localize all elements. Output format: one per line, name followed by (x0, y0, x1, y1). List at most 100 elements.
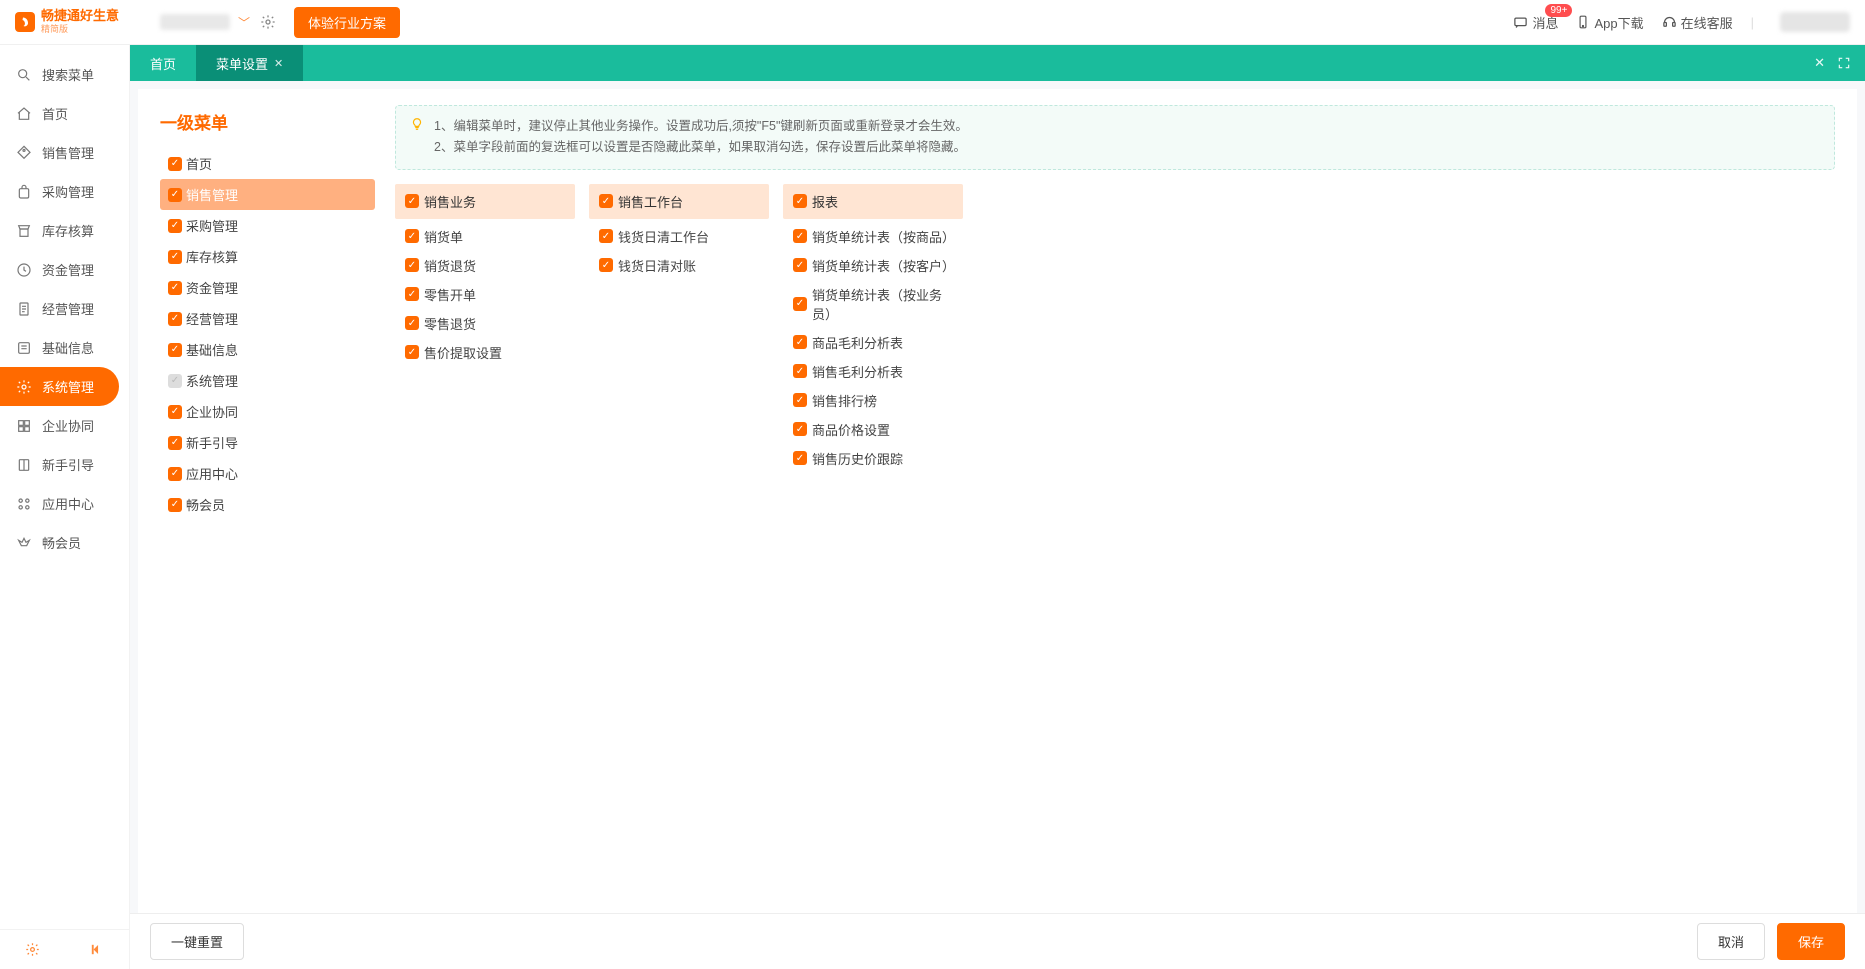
menu-block-0: 销售业务销货单销货退货零售开单零售退货售价提取设置 (395, 184, 575, 366)
block-header[interactable]: 销售工作台 (589, 184, 769, 219)
sidebar-item-6[interactable]: 经营管理 (0, 289, 129, 328)
block-item-0-0[interactable]: 销货单 (405, 227, 565, 246)
online-service-button[interactable]: 在线客服 (1662, 13, 1733, 32)
level1-item-10[interactable]: 应用中心 (160, 458, 375, 489)
user-avatar-blurred[interactable] (1780, 12, 1850, 32)
level1-item-9[interactable]: 新手引导 (160, 427, 375, 458)
sidebar-item-9[interactable]: 企业协同 (0, 406, 129, 445)
checkbox-icon[interactable] (793, 258, 807, 272)
level1-item-2[interactable]: 采购管理 (160, 210, 375, 241)
block-header[interactable]: 销售业务 (395, 184, 575, 219)
checkbox-icon[interactable] (405, 287, 419, 301)
sidebar-item-3[interactable]: 采购管理 (0, 172, 129, 211)
checkbox-icon[interactable] (793, 194, 807, 208)
sidebar-collapse-icon[interactable] (89, 942, 104, 957)
sidebar-item-5[interactable]: 资金管理 (0, 250, 129, 289)
block-header[interactable]: 报表 (783, 184, 963, 219)
checkbox-icon[interactable] (405, 229, 419, 243)
block-item-2-1[interactable]: 销货单统计表（按客户） (793, 256, 953, 275)
checkbox-icon[interactable] (168, 343, 182, 357)
block-item-0-4[interactable]: 售价提取设置 (405, 343, 565, 362)
sidebar-item-11[interactable]: 应用中心 (0, 484, 129, 523)
checkbox-icon[interactable] (599, 194, 613, 208)
block-item-0-2[interactable]: 零售开单 (405, 285, 565, 304)
fullscreen-icon[interactable] (1837, 56, 1851, 70)
checkbox-icon[interactable] (168, 405, 182, 419)
tab-close-icon[interactable]: ✕ (274, 57, 283, 70)
tip-line-2: 2、菜单字段前面的复选框可以设置是否隐藏此菜单，如果取消勾选，保存设置后此菜单将… (434, 137, 968, 158)
checkbox-icon[interactable] (168, 219, 182, 233)
block-item-0-3[interactable]: 零售退货 (405, 314, 565, 333)
save-button[interactable]: 保存 (1777, 923, 1845, 960)
company-selector[interactable]: ﹀ (160, 14, 250, 31)
app-download-button[interactable]: App下载 (1576, 13, 1643, 32)
level1-item-label: 应用中心 (186, 464, 238, 483)
checkbox-icon[interactable] (168, 281, 182, 295)
level1-item-3[interactable]: 库存核算 (160, 241, 375, 272)
level1-item-4[interactable]: 资金管理 (160, 272, 375, 303)
sidebar-item-10[interactable]: 新手引导 (0, 445, 129, 484)
level1-item-7[interactable]: 系统管理 (160, 365, 375, 396)
level1-item-label: 资金管理 (186, 278, 238, 297)
checkbox-icon[interactable] (793, 229, 807, 243)
tab-1[interactable]: 菜单设置✕ (196, 45, 303, 81)
checkbox-icon[interactable] (168, 188, 182, 202)
sidebar-item-1[interactable]: 首页 (0, 94, 129, 133)
reset-button[interactable]: 一键重置 (150, 923, 244, 960)
checkbox-icon[interactable] (599, 229, 613, 243)
level1-item-11[interactable]: 畅会员 (160, 489, 375, 520)
checkbox-icon[interactable] (168, 250, 182, 264)
level1-item-8[interactable]: 企业协同 (160, 396, 375, 427)
block-item-label: 零售开单 (424, 285, 476, 304)
level1-item-1[interactable]: 销售管理 (160, 179, 375, 210)
tab-0[interactable]: 首页 (130, 45, 196, 81)
brand-logo[interactable]: 畅捷通好生意 精简版 (15, 9, 130, 36)
block-item-2-3[interactable]: 商品毛利分析表 (793, 333, 953, 352)
block-item-1-0[interactable]: 钱货日清工作台 (599, 227, 759, 246)
level1-item-5[interactable]: 经营管理 (160, 303, 375, 334)
sidebar-item-2[interactable]: 销售管理 (0, 133, 129, 172)
block-item-2-4[interactable]: 销售毛利分析表 (793, 362, 953, 381)
checkbox-icon[interactable] (405, 345, 419, 359)
block-item-1-1[interactable]: 钱货日清对账 (599, 256, 759, 275)
block-item-2-7[interactable]: 销售历史价跟踪 (793, 449, 953, 468)
checkbox-icon[interactable] (168, 157, 182, 171)
checkbox-icon[interactable] (168, 436, 182, 450)
checkbox-icon[interactable] (405, 258, 419, 272)
sidebar-item-4[interactable]: 库存核算 (0, 211, 129, 250)
checkbox-icon[interactable] (793, 393, 807, 407)
checkbox-icon[interactable] (168, 467, 182, 481)
checkbox-icon[interactable] (599, 258, 613, 272)
level1-item-6[interactable]: 基础信息 (160, 334, 375, 365)
messages-button[interactable]: 消息 99+ (1513, 13, 1558, 32)
checkbox-icon[interactable] (793, 335, 807, 349)
checkbox-icon[interactable] (168, 312, 182, 326)
level1-item-label: 基础信息 (186, 340, 238, 359)
checkbox-icon[interactable] (168, 498, 182, 512)
company-settings-icon[interactable] (260, 14, 276, 30)
block-item-2-0[interactable]: 销货单统计表（按商品） (793, 227, 953, 246)
checkbox-icon[interactable] (405, 316, 419, 330)
level1-item-0[interactable]: 首页 (160, 148, 375, 179)
sidebar-item-7[interactable]: 基础信息 (0, 328, 129, 367)
checkbox-icon[interactable] (168, 374, 182, 388)
sidebar-item-8[interactable]: 系统管理 (0, 367, 119, 406)
apps-icon (16, 496, 32, 512)
sidebar-settings-icon[interactable] (25, 942, 40, 957)
checkbox-icon[interactable] (793, 422, 807, 436)
search-icon (16, 67, 32, 83)
cancel-button[interactable]: 取消 (1697, 923, 1765, 960)
checkbox-icon[interactable] (793, 364, 807, 378)
block-item-2-2[interactable]: 销货单统计表（按业务员） (793, 285, 953, 323)
block-item-2-5[interactable]: 销售排行榜 (793, 391, 953, 410)
tab-close-all-icon[interactable]: ✕ (1814, 55, 1825, 71)
sidebar-item-12[interactable]: 畅会员 (0, 523, 129, 562)
checkbox-icon[interactable] (793, 297, 807, 311)
checkbox-icon[interactable] (405, 194, 419, 208)
block-item-2-6[interactable]: 商品价格设置 (793, 420, 953, 439)
sidebar-item-0[interactable]: 搜索菜单 (0, 55, 129, 94)
industry-plan-button[interactable]: 体验行业方案 (294, 7, 400, 38)
block-item-0-1[interactable]: 销货退货 (405, 256, 565, 275)
block-title: 报表 (812, 192, 838, 211)
checkbox-icon[interactable] (793, 451, 807, 465)
